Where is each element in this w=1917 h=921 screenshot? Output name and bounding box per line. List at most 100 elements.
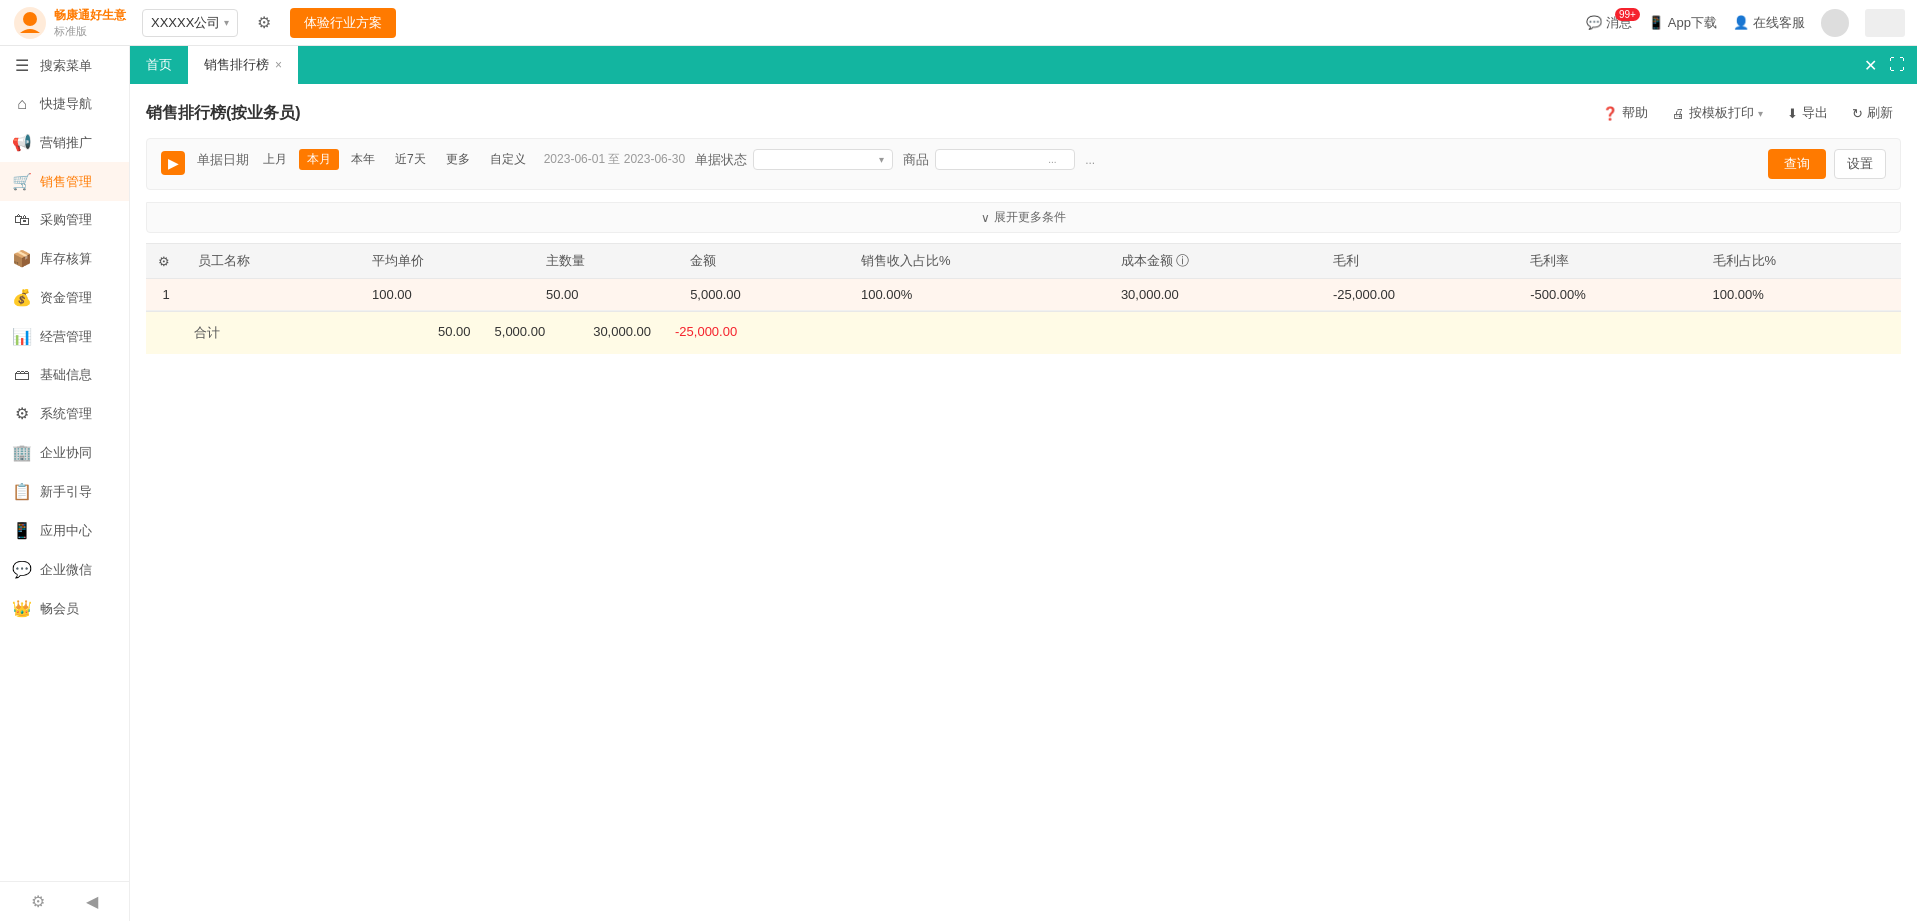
message-icon: 💬 xyxy=(1586,15,1602,30)
settings-bottom-icon[interactable]: ⚙ xyxy=(31,892,45,911)
col-header-7: 毛利 xyxy=(1321,244,1518,279)
refresh-label: 刷新 xyxy=(1867,104,1893,122)
footer-cell-5 xyxy=(557,320,581,346)
table-cell-0-2: 100.00 xyxy=(360,279,534,311)
export-button[interactable]: ⬇ 导出 xyxy=(1779,100,1836,126)
sidebar-icon-search-orders: ☰ xyxy=(12,56,32,75)
col-header-0: ⚙ xyxy=(146,244,186,279)
expand-more-label: 展开更多条件 xyxy=(994,209,1066,226)
sidebar-label-wechat: 企业微信 xyxy=(40,561,92,579)
sidebar-item-guide[interactable]: 📋 新手引导 xyxy=(0,472,129,511)
help-button[interactable]: ❓ 帮助 xyxy=(1594,100,1656,126)
settings-gear-button[interactable]: ⚙ xyxy=(250,9,278,37)
sidebar-item-sales[interactable]: 🛒 销售管理 xyxy=(0,162,129,201)
footer-cell-2 xyxy=(402,320,426,346)
col-header-8: 毛利率 xyxy=(1518,244,1700,279)
tab-label: 销售排行榜 xyxy=(204,56,269,74)
table-settings-icon[interactable]: ⚙ xyxy=(158,254,170,269)
sidebar-icon-marketing: 📢 xyxy=(12,133,32,152)
more-filters-label[interactable]: ... xyxy=(1085,153,1095,167)
sidebar-icon-system: ⚙ xyxy=(12,404,32,423)
sidebar-item-search-orders[interactable]: ☰ 搜索菜单 xyxy=(0,46,129,85)
sidebar-item-enterprise[interactable]: 🏢 企业协同 xyxy=(0,433,129,472)
footer-cell-0 xyxy=(158,320,182,346)
data-table: ⚙员工名称平均单价主数量金额销售收入占比%成本金额 ⓘ毛利毛利率毛利占比% 11… xyxy=(146,243,1901,311)
chevron-down-icon: ▾ xyxy=(224,17,229,28)
footer-cell-8 xyxy=(749,320,773,346)
export-label: 导出 xyxy=(1802,104,1828,122)
sidebar-icon-finance: 💰 xyxy=(12,288,32,307)
filter-settings-button[interactable]: 设置 xyxy=(1834,149,1886,179)
try-industry-button[interactable]: 体验行业方案 xyxy=(290,8,396,38)
export-icon: ⬇ xyxy=(1787,106,1798,121)
sidebar-item-quick-nav[interactable]: ⌂ 快捷导航 xyxy=(0,85,129,123)
sidebar-item-app-center[interactable]: 📱 应用中心 xyxy=(0,511,129,550)
date-tab-上月[interactable]: 上月 xyxy=(255,149,295,170)
tab-home[interactable]: 首页 xyxy=(130,46,188,84)
sidebar-item-member[interactable]: 👑 畅会员 xyxy=(0,589,129,628)
query-button[interactable]: 查询 xyxy=(1768,149,1826,179)
page-actions: ❓ 帮助 🖨 按模板打印 ▾ ⬇ 导出 ↻ xyxy=(1594,100,1901,126)
status-filter: 单据状态 ▾ xyxy=(695,149,893,170)
table-cell-0-1 xyxy=(186,279,360,311)
sidebar-item-basic-info[interactable]: 🗃 基础信息 xyxy=(0,356,129,394)
date-tab-近7天[interactable]: 近7天 xyxy=(387,149,434,170)
status-select[interactable]: ▾ xyxy=(753,149,893,170)
chevron-down-icon: ∨ xyxy=(981,211,990,225)
print-button[interactable]: 🖨 按模板打印 ▾ xyxy=(1664,100,1771,126)
expand-more-row[interactable]: ∨ 展开更多条件 xyxy=(146,202,1901,233)
filter-actions: 查询 设置 xyxy=(1768,149,1886,179)
sidebar-item-system[interactable]: ⚙ 系统管理 xyxy=(0,394,129,433)
sidebar: ☰ 搜索菜单 ⌂ 快捷导航 📢 营销推广 🛒 销售管理 🛍 采购管理 📦 库存核… xyxy=(0,46,130,921)
company-selector[interactable]: XXXXX公司 ▾ xyxy=(142,9,238,37)
goods-input[interactable]: ... xyxy=(935,149,1075,170)
table-footer: 合计50.005,000.0030,000.00-25,000.00 xyxy=(146,311,1901,354)
footer-cell-9 xyxy=(773,320,797,346)
tab-close-icon[interactable]: × xyxy=(275,58,282,72)
sidebar-label-system: 系统管理 xyxy=(40,405,92,423)
sidebar-label-sales: 销售管理 xyxy=(40,173,92,191)
date-tab-更多[interactable]: 更多 xyxy=(438,149,478,170)
table-cell-0-6: 30,000.00 xyxy=(1109,279,1321,311)
filter-expand-icon[interactable]: ▶ xyxy=(161,151,185,175)
col-header-2: 平均单价 xyxy=(360,244,534,279)
user-name-placeholder xyxy=(1865,9,1905,37)
table-cell-0-8: -500.00% xyxy=(1518,279,1700,311)
messages-button[interactable]: 💬 消息 99+ xyxy=(1586,14,1632,32)
refresh-icon: ↻ xyxy=(1852,106,1863,121)
date-filter-label: 单据日期 xyxy=(197,151,249,169)
maximize-tab-button[interactable]: ⛶ xyxy=(1885,52,1909,78)
sidebar-item-inventory[interactable]: 📦 库存核算 xyxy=(0,239,129,278)
footer-cell-1: 合计 xyxy=(182,320,402,346)
sidebar-item-purchase[interactable]: 🛍 采购管理 xyxy=(0,201,129,239)
footer-cell-7: -25,000.00 xyxy=(663,320,749,346)
top-right-area: 💬 消息 99+ 📱 App下载 👤 在线客服 xyxy=(1586,9,1905,37)
company-name: XXXXX公司 xyxy=(151,14,220,32)
refresh-button[interactable]: ↻ 刷新 xyxy=(1844,100,1901,126)
tab-controls: ✕ ⛶ xyxy=(1860,52,1917,79)
nav-tabs: 首页 销售排行榜 × ✕ ⛶ xyxy=(130,46,1917,84)
date-tab-本年[interactable]: 本年 xyxy=(343,149,383,170)
col-header-3: 主数量 xyxy=(534,244,678,279)
date-tab-自定义[interactable]: 自定义 xyxy=(482,149,534,170)
sidebar-item-finance[interactable]: 💰 资金管理 xyxy=(0,278,129,317)
app-download-button[interactable]: 📱 App下载 xyxy=(1648,14,1717,32)
sidebar-icon-sales: 🛒 xyxy=(12,172,32,191)
sidebar-item-marketing[interactable]: 📢 营销推广 xyxy=(0,123,129,162)
goods-filter-label: 商品 xyxy=(903,151,929,169)
sidebar-label-quick-nav: 快捷导航 xyxy=(40,95,92,113)
close-tab-button[interactable]: ✕ xyxy=(1860,52,1881,79)
help-icon: ❓ xyxy=(1602,106,1618,121)
sidebar-bottom: ⚙ ◀ xyxy=(0,881,129,921)
tab-sales-ranking[interactable]: 销售排行榜 × xyxy=(188,46,298,84)
table-row: 1100.0050.005,000.00100.00%30,000.00-25,… xyxy=(146,279,1901,311)
sidebar-item-wechat[interactable]: 💬 企业微信 xyxy=(0,550,129,589)
collapse-sidebar-icon[interactable]: ◀ xyxy=(86,892,98,911)
help-label: 帮助 xyxy=(1622,104,1648,122)
table-cell-0-9: 100.00% xyxy=(1701,279,1902,311)
sidebar-label-finance: 资金管理 xyxy=(40,289,92,307)
avatar[interactable] xyxy=(1821,9,1849,37)
date-tab-本月[interactable]: 本月 xyxy=(299,149,339,170)
online-service-button[interactable]: 👤 在线客服 xyxy=(1733,14,1805,32)
sidebar-item-operations[interactable]: 📊 经营管理 xyxy=(0,317,129,356)
